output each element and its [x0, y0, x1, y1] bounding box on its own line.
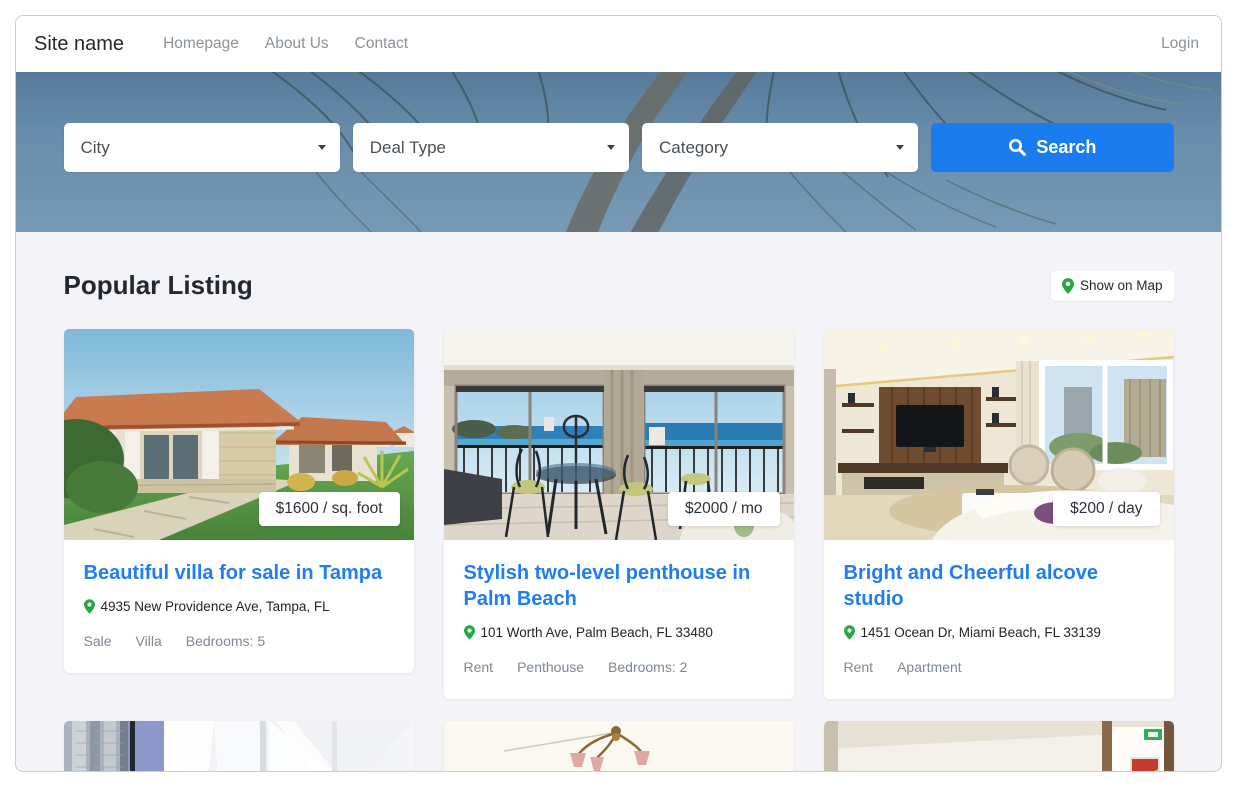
listing-card: $2000 / mo Stylish two-level penthouse i…	[444, 329, 794, 699]
listing-tags: Rent Apartment	[844, 659, 1154, 675]
villa-exterior-photo[interactable]: $1600 / sq. foot	[64, 329, 414, 540]
listing-address: 1451 Ocean Dr, Miami Beach, FL 33139	[844, 625, 1154, 640]
listing-title-link[interactable]: Stylish two-level penthouse in Palm Beac…	[464, 560, 774, 612]
city-select[interactable]: City	[64, 123, 340, 172]
listing-row-1: $1600 / sq. foot Beautiful villa for sal…	[64, 329, 1174, 699]
caret-down-icon	[607, 145, 615, 150]
listing-title-link[interactable]: Beautiful villa for sale in Tampa	[84, 560, 394, 586]
tag: Penthouse	[517, 659, 584, 675]
category-select[interactable]: Category	[642, 123, 918, 172]
page-window: Site name Homepage About Us Contact Logi…	[15, 15, 1222, 772]
nav-item-homepage[interactable]: Homepage	[152, 29, 250, 59]
nav-menu: Homepage About Us Contact	[152, 29, 419, 59]
show-on-map-button[interactable]: Show on Map	[1051, 271, 1174, 301]
page-title: Popular Listing	[64, 270, 253, 301]
login-link[interactable]: Login	[1157, 29, 1203, 58]
caret-down-icon	[896, 145, 904, 150]
bedroom-chandelier-photo[interactable]	[444, 721, 794, 772]
map-pin-icon	[464, 625, 475, 640]
search-icon	[1008, 138, 1027, 157]
tag: Bedrooms: 2	[608, 659, 687, 675]
listing-address: 4935 New Providence Ave, Tampa, FL	[84, 599, 394, 614]
deal-type-select[interactable]: Deal Type	[353, 123, 629, 172]
card-body: Stylish two-level penthouse in Palm Beac…	[444, 540, 794, 699]
price-badge: $1600 / sq. foot	[259, 492, 400, 526]
map-pin-icon	[1062, 278, 1074, 294]
nav-item-about-us[interactable]: About Us	[254, 29, 340, 59]
hallway-photo-graphic	[824, 721, 1174, 772]
tag: Sale	[84, 633, 112, 649]
nav-item-contact[interactable]: Contact	[344, 29, 419, 59]
map-pin-icon	[844, 625, 855, 640]
price-badge: $200 / day	[1053, 492, 1159, 526]
tag: Bedrooms: 5	[186, 633, 265, 649]
bedroom-canopy-photo[interactable]	[64, 721, 414, 772]
price-badge: $2000 / mo	[668, 492, 780, 526]
top-navbar: Site name Homepage About Us Contact Logi…	[16, 16, 1221, 72]
tag: Rent	[464, 659, 494, 675]
listing-tags: Sale Villa Bedrooms: 5	[84, 633, 394, 649]
listing-address: 101 Worth Ave, Palm Beach, FL 33480	[464, 625, 774, 640]
penthouse-terrace-photo[interactable]: $2000 / mo	[444, 329, 794, 540]
tag: Rent	[844, 659, 874, 675]
listing-row-2	[64, 721, 1174, 772]
studio-living-room-photo[interactable]: $200 / day	[824, 329, 1174, 540]
listing-tags: Rent Penthouse Bedrooms: 2	[464, 659, 774, 675]
map-pin-icon	[84, 599, 95, 614]
card-body: Beautiful villa for sale in Tampa 4935 N…	[64, 540, 414, 673]
listing-card-partial	[824, 721, 1174, 772]
nav-right: Login	[1157, 35, 1203, 53]
caret-down-icon	[318, 145, 326, 150]
site-brand[interactable]: Site name	[34, 33, 124, 56]
bedroom-photo-graphic	[64, 721, 414, 772]
search-bar: City Deal Type Category Search	[49, 123, 1189, 172]
listing-card: $1600 / sq. foot Beautiful villa for sal…	[64, 329, 414, 673]
apartment-hallway-photo[interactable]	[824, 721, 1174, 772]
main-content: Popular Listing Show on Map	[16, 232, 1221, 772]
listing-card: $200 / day Bright and Cheerful alcove st…	[824, 329, 1174, 699]
card-body: Bright and Cheerful alcove studio 1451 O…	[824, 540, 1174, 699]
search-button[interactable]: Search	[931, 123, 1173, 172]
hero-banner: City Deal Type Category Search	[16, 72, 1221, 232]
chandelier-photo-graphic	[444, 721, 794, 772]
listing-title-link[interactable]: Bright and Cheerful alcove studio	[844, 560, 1154, 612]
listing-card-partial	[64, 721, 414, 772]
listing-card-partial	[444, 721, 794, 772]
tag: Apartment	[897, 659, 962, 675]
tag: Villa	[136, 633, 162, 649]
